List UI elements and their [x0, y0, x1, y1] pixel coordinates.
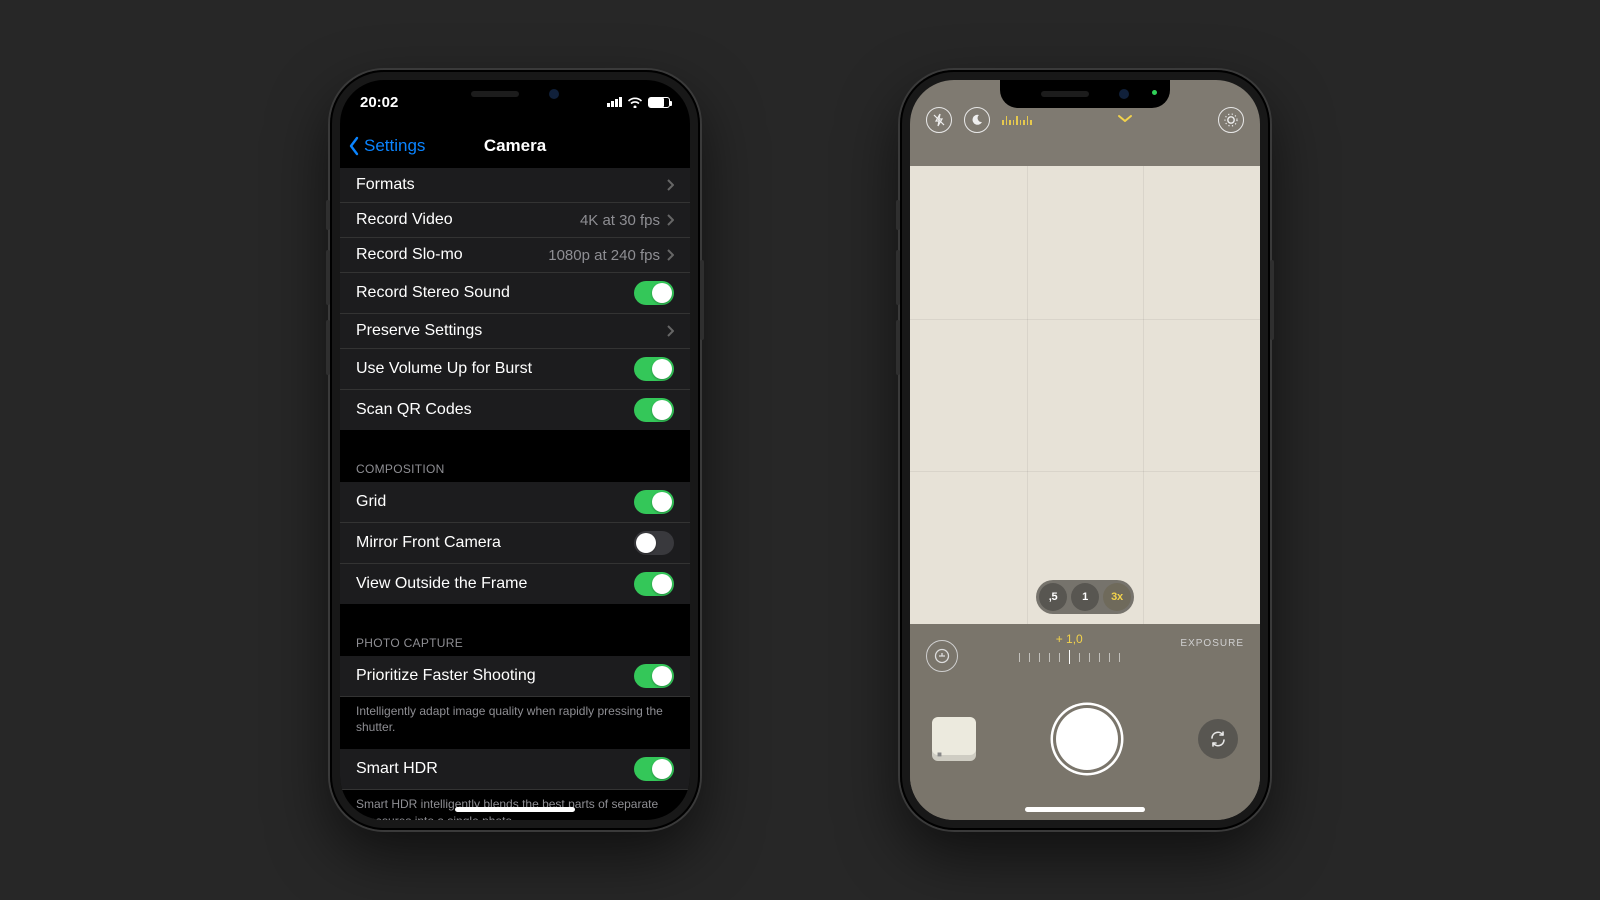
- row-mirror-front: Mirror Front Camera: [340, 523, 690, 564]
- exposure-value: + 1,0: [1056, 632, 1083, 646]
- settings-screen: 20:02 Settings Camera Formats: [340, 80, 690, 820]
- status-time: 20:02: [360, 94, 398, 111]
- zoom-ultrawide[interactable]: ,5: [1039, 583, 1067, 611]
- chevron-right-icon: [666, 249, 674, 261]
- volume-up-button: [326, 250, 330, 305]
- group-general: Formats Record Video 4K at 30 fps Record…: [340, 168, 690, 430]
- camera-controls: + 1,0 EXPOSURE ◼: [910, 624, 1260, 820]
- chevron-right-icon: [666, 325, 674, 337]
- row-faster-shooting: Prioritize Faster Shooting: [340, 656, 690, 697]
- device-notch: [430, 80, 600, 108]
- live-photo-icon: [1223, 112, 1239, 128]
- exposure-slider[interactable]: [1019, 650, 1120, 664]
- night-mode-button[interactable]: [964, 107, 990, 133]
- toggle-stereo-sound[interactable]: [634, 281, 674, 305]
- volume-down-button: [326, 320, 330, 375]
- chevron-right-icon: [666, 214, 674, 226]
- row-record-video[interactable]: Record Video 4K at 30 fps: [340, 203, 690, 238]
- camera-flip-button[interactable]: [1198, 719, 1238, 759]
- cellular-icon: [607, 97, 622, 107]
- toggle-scan-qr[interactable]: [634, 398, 674, 422]
- smart-hdr-note: Smart HDR intelligently blends the best …: [340, 790, 690, 820]
- page-title: Camera: [484, 136, 546, 156]
- row-record-slomo[interactable]: Record Slo-mo 1080p at 240 fps: [340, 238, 690, 273]
- group-photo-capture: Photo Capture Prioritize Faster Shooting…: [340, 622, 690, 820]
- device-notch: [1000, 80, 1170, 108]
- chevron-down-icon: [1116, 112, 1134, 124]
- settings-list[interactable]: Formats Record Video 4K at 30 fps Record…: [340, 168, 690, 820]
- toggle-grid[interactable]: [634, 490, 674, 514]
- toggle-volume-burst[interactable]: [634, 357, 674, 381]
- exposure-label: EXPOSURE: [1180, 638, 1244, 649]
- flash-button[interactable]: [926, 107, 952, 133]
- volume-down-button: [896, 320, 900, 375]
- row-volume-burst: Use Volume Up for Burst: [340, 349, 690, 390]
- mute-switch: [896, 200, 900, 230]
- row-grid: Grid: [340, 482, 690, 523]
- back-label: Settings: [364, 136, 425, 156]
- group-composition: Composition Grid Mirror Front Camera Vie…: [340, 448, 690, 604]
- toggle-mirror-front[interactable]: [634, 531, 674, 555]
- toggle-smart-hdr[interactable]: [634, 757, 674, 781]
- row-outside-frame: View Outside the Frame: [340, 564, 690, 604]
- toggle-faster-shooting[interactable]: [634, 664, 674, 688]
- shutter-button[interactable]: [1056, 708, 1118, 770]
- home-indicator[interactable]: [455, 807, 575, 812]
- group-header-composition: Composition: [340, 448, 690, 482]
- exposure-plus-minus-icon: [934, 648, 950, 664]
- home-indicator[interactable]: [1025, 807, 1145, 812]
- row-formats[interactable]: Formats: [340, 168, 690, 203]
- record-video-detail: 4K at 30 fps: [580, 212, 660, 229]
- camera-screen: ,5 1 3x + 1,0 EXPOSURE ◼: [910, 80, 1260, 820]
- battery-icon: [648, 97, 670, 108]
- photo-thumbnail[interactable]: ◼: [932, 717, 976, 761]
- nav-bar: Settings Camera: [340, 124, 690, 168]
- chevron-right-icon: [666, 179, 674, 191]
- zoom-telephoto[interactable]: 3x: [1103, 583, 1131, 611]
- exposure-indicator-icon: [1002, 116, 1032, 125]
- zoom-wide[interactable]: 1: [1071, 583, 1099, 611]
- live-photo-button[interactable]: [1218, 107, 1244, 133]
- group-header-photo-capture: Photo Capture: [340, 622, 690, 656]
- chevron-left-icon: [348, 136, 360, 156]
- camera-options-caret[interactable]: [1116, 111, 1134, 129]
- mute-switch: [326, 200, 330, 230]
- camera-viewfinder[interactable]: ,5 1 3x: [910, 166, 1260, 624]
- row-stereo-sound: Record Stereo Sound: [340, 273, 690, 314]
- phone-device-left: 20:02 Settings Camera Formats: [330, 70, 700, 830]
- zoom-picker: ,5 1 3x: [1036, 580, 1134, 614]
- row-scan-qr: Scan QR Codes: [340, 390, 690, 430]
- phone-device-right: ,5 1 3x + 1,0 EXPOSURE ◼: [900, 70, 1270, 830]
- toggle-outside-frame[interactable]: [634, 572, 674, 596]
- back-button[interactable]: Settings: [348, 136, 425, 156]
- camera-switch-icon: [1208, 729, 1228, 749]
- row-smart-hdr: Smart HDR: [340, 749, 690, 790]
- camera-active-indicator: [1152, 90, 1157, 95]
- power-button: [700, 260, 704, 340]
- wifi-icon: [627, 96, 643, 108]
- row-preserve-settings[interactable]: Preserve Settings: [340, 314, 690, 349]
- record-slomo-detail: 1080p at 240 fps: [548, 247, 660, 264]
- faster-shooting-note: Intelligently adapt image quality when r…: [340, 697, 690, 735]
- power-button: [1270, 260, 1274, 340]
- night-mode-icon: [970, 113, 984, 127]
- volume-up-button: [896, 250, 900, 305]
- flash-off-icon: [932, 113, 946, 127]
- exposure-adjust-button[interactable]: [926, 640, 958, 672]
